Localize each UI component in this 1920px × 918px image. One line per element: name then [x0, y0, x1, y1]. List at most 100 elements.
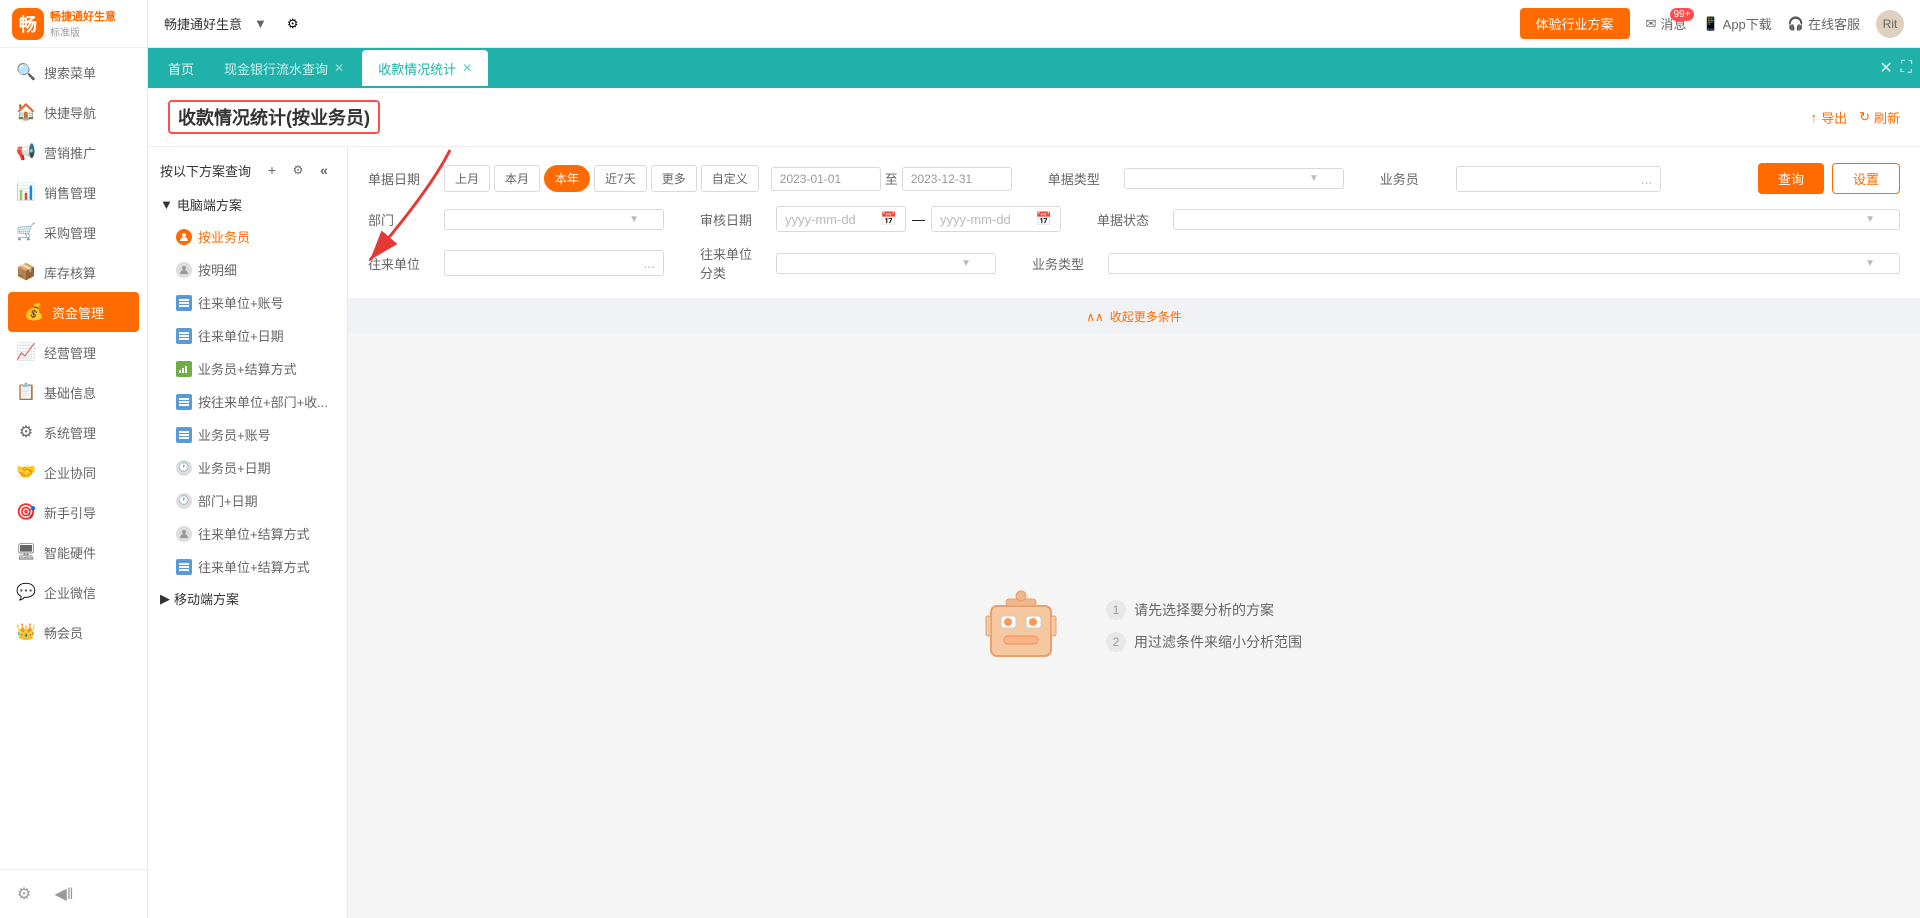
online-service-btn[interactable]: 🎧 在线客服: [1788, 14, 1860, 33]
sidebar-item-system[interactable]: ⚙ 系统管理: [0, 412, 147, 452]
sidebar-item-hardware[interactable]: 🖥 智能硬件: [0, 532, 147, 572]
search-nav-icon: 🔍: [16, 62, 36, 82]
date-btn-more[interactable]: 更多: [651, 165, 697, 192]
sidebar-item-sales[interactable]: 📊 销售管理: [0, 172, 147, 212]
doc-type-select[interactable]: ▼: [1124, 168, 1344, 189]
scheme-item-salesperson-settlement[interactable]: 业务员+结算方式: [152, 352, 343, 385]
sidebar-item-search[interactable]: 🔍 搜索菜单: [0, 52, 147, 92]
scheme-item-by-salesperson[interactable]: 按业务员: [152, 220, 343, 253]
tab-home[interactable]: 首页: [156, 50, 206, 86]
scheme-item-partner-date[interactable]: 往来单位+日期: [152, 319, 343, 352]
sidebar-item-shortcut[interactable]: 🏠 快捷导航: [0, 92, 147, 132]
add-scheme-btn[interactable]: +: [261, 159, 283, 181]
scheme-item-partner-account[interactable]: 往来单位+账号: [152, 286, 343, 319]
scheme-settings-btn[interactable]: ⚙: [287, 159, 309, 181]
date-to-input[interactable]: [902, 167, 1012, 191]
date-btn-custom[interactable]: 自定义: [701, 165, 759, 192]
tip-item-1: 1 请先选择要分析的方案: [1106, 600, 1302, 620]
scheme-item-salesperson-account[interactable]: 业务员+账号: [152, 418, 343, 451]
gear-icon-btn[interactable]: ⚙: [287, 16, 299, 32]
biz-type-select[interactable]: ▼: [1108, 253, 1900, 274]
close-all-icon[interactable]: ✕: [1879, 58, 1892, 78]
scheme-group-desktop[interactable]: ▼ 电脑端方案: [152, 189, 343, 220]
hardware-nav-icon: 🖥: [16, 542, 36, 562]
filter-row-2: 部门 ▼ 审核日期 📅 —: [368, 206, 1900, 232]
trial-button[interactable]: 体验行业方案: [1520, 8, 1630, 39]
refresh-button[interactable]: ↻ 刷新: [1859, 108, 1900, 127]
partner-input-wrap: ...: [444, 250, 664, 276]
scheme-group-mobile[interactable]: ▶ 移动端方案: [152, 583, 343, 614]
sidebar-item-guide[interactable]: 🎯 新手引导: [0, 492, 147, 532]
review-date-from-input[interactable]: [785, 212, 877, 227]
message-icon: ✉: [1646, 16, 1657, 32]
date-btn-last-month[interactable]: 上月: [444, 165, 490, 192]
sidebar-item-enterprise[interactable]: 🤝 企业协同: [0, 452, 147, 492]
sidebar-item-finance[interactable]: 💰 资金管理: [8, 292, 139, 332]
review-date-to-input[interactable]: [940, 212, 1032, 227]
tab-bank-close[interactable]: ✕: [334, 61, 344, 75]
sidebar-item-inventory[interactable]: 📦 库存核算: [0, 252, 147, 292]
sidebar-settings-btn[interactable]: ⚙: [8, 878, 40, 910]
sidebar: 畅 畅捷通好生意 标准版 🔍 搜索菜单 🏠 快捷导航 📢 营销推广 📊 销售管理…: [0, 0, 148, 918]
date-btn-last7days[interactable]: 近7天: [594, 165, 647, 192]
salesperson-input[interactable]: [1465, 171, 1641, 186]
message-btn[interactable]: ✉ 消息 99+: [1646, 14, 1687, 33]
scheme-icon-salesperson: [176, 229, 192, 245]
scheme-icon-ss: [176, 361, 192, 377]
sidebar-collapse-btn[interactable]: ◀‖: [48, 878, 80, 910]
data-area: 1 请先选择要分析的方案 2 用过滤条件来缩小分析范围: [348, 333, 1920, 918]
tip-item-2: 2 用过滤条件来缩小分析范围: [1106, 632, 1302, 652]
placeholder-area: 1 请先选择要分析的方案 2 用过滤条件来缩小分析范围: [966, 571, 1302, 681]
tab-bank[interactable]: 现金银行流水查询 ✕: [208, 50, 360, 86]
header-actions: 体验行业方案 ✉ 消息 99+ 📱 App下载 🎧 在线客服 Rit: [1520, 8, 1904, 39]
query-button[interactable]: 查询: [1758, 163, 1824, 194]
collapse-bar[interactable]: ∧∧ 收起更多条件: [348, 299, 1920, 333]
sidebar-item-marketing[interactable]: 📢 营销推广: [0, 132, 147, 172]
tab-receipt[interactable]: 收款情况统计 ✕: [362, 50, 488, 86]
scheme-item-by-detail[interactable]: 按明细: [152, 253, 343, 286]
maximize-icon[interactable]: ⛶: [1901, 59, 1912, 77]
scheme-icon-detail: [176, 262, 192, 278]
scheme-item-dept-date[interactable]: 🕐 部门+日期: [152, 484, 343, 517]
sidebar-bottom: ⚙ ◀‖: [0, 869, 147, 918]
sidebar-item-basic[interactable]: 📋 基础信息: [0, 372, 147, 412]
user-avatar[interactable]: Rit: [1876, 10, 1904, 38]
scheme-item-partner-settlement2[interactable]: 往来单位+结算方式: [152, 550, 343, 583]
salesperson-input-wrap: ...: [1456, 166, 1662, 192]
date-btn-this-year[interactable]: 本年: [544, 165, 590, 192]
scheme-item-partner-dept[interactable]: 按往来单位+部门+收...: [152, 385, 343, 418]
partner-category-select[interactable]: ▼: [776, 253, 996, 274]
tab-receipt-close[interactable]: ✕: [462, 61, 472, 75]
partner-more-icon[interactable]: ...: [643, 255, 655, 271]
scheme-item-salesperson-date[interactable]: 🕐 业务员+日期: [152, 451, 343, 484]
calendar-icon-to[interactable]: 📅: [1036, 211, 1052, 227]
scheme-item-partner-settlement1[interactable]: 往来单位+结算方式: [152, 517, 343, 550]
collapse-panel-btn[interactable]: «: [313, 159, 335, 181]
guide-nav-icon: 🎯: [16, 502, 36, 522]
header-breadcrumb: 畅捷通好生意: [164, 14, 242, 33]
setting-button[interactable]: 设置: [1832, 163, 1900, 194]
header-dropdown[interactable]: ▼: [254, 16, 267, 31]
sidebar-item-operation[interactable]: 📈 经营管理: [0, 332, 147, 372]
dept-select[interactable]: ▼: [444, 209, 664, 230]
review-date-to-wrap: 📅: [931, 206, 1061, 232]
page-header-actions: ↑ 导出 ↻ 刷新: [1811, 108, 1900, 127]
sidebar-item-member[interactable]: 👑 畅会员: [0, 612, 147, 652]
doc-status-chevron: ▼: [1865, 214, 1875, 225]
export-button[interactable]: ↑ 导出: [1811, 108, 1848, 127]
doc-status-select[interactable]: ▼: [1173, 209, 1900, 230]
salesperson-label: 业务员: [1380, 169, 1440, 188]
salesperson-more-icon[interactable]: ...: [1641, 171, 1653, 187]
sidebar-item-purchase[interactable]: 🛒 采购管理: [0, 212, 147, 252]
scheme-icon-pa: [176, 295, 192, 311]
calendar-icon-from[interactable]: 📅: [881, 211, 897, 227]
partner-input[interactable]: [453, 256, 639, 271]
app-download-btn[interactable]: 📱 App下载: [1702, 14, 1771, 33]
sidebar-item-wechat[interactable]: 💬 企业微信: [0, 572, 147, 612]
date-btn-this-month[interactable]: 本月: [494, 165, 540, 192]
dept-chevron: ▼: [629, 214, 639, 225]
scheme-section: ▼ 电脑端方案 按业务员 按明细: [148, 189, 347, 614]
expand-icon: ▼: [160, 197, 173, 212]
date-from-input[interactable]: [771, 167, 881, 191]
scheme-icon-sdate: 🕐: [176, 460, 192, 476]
